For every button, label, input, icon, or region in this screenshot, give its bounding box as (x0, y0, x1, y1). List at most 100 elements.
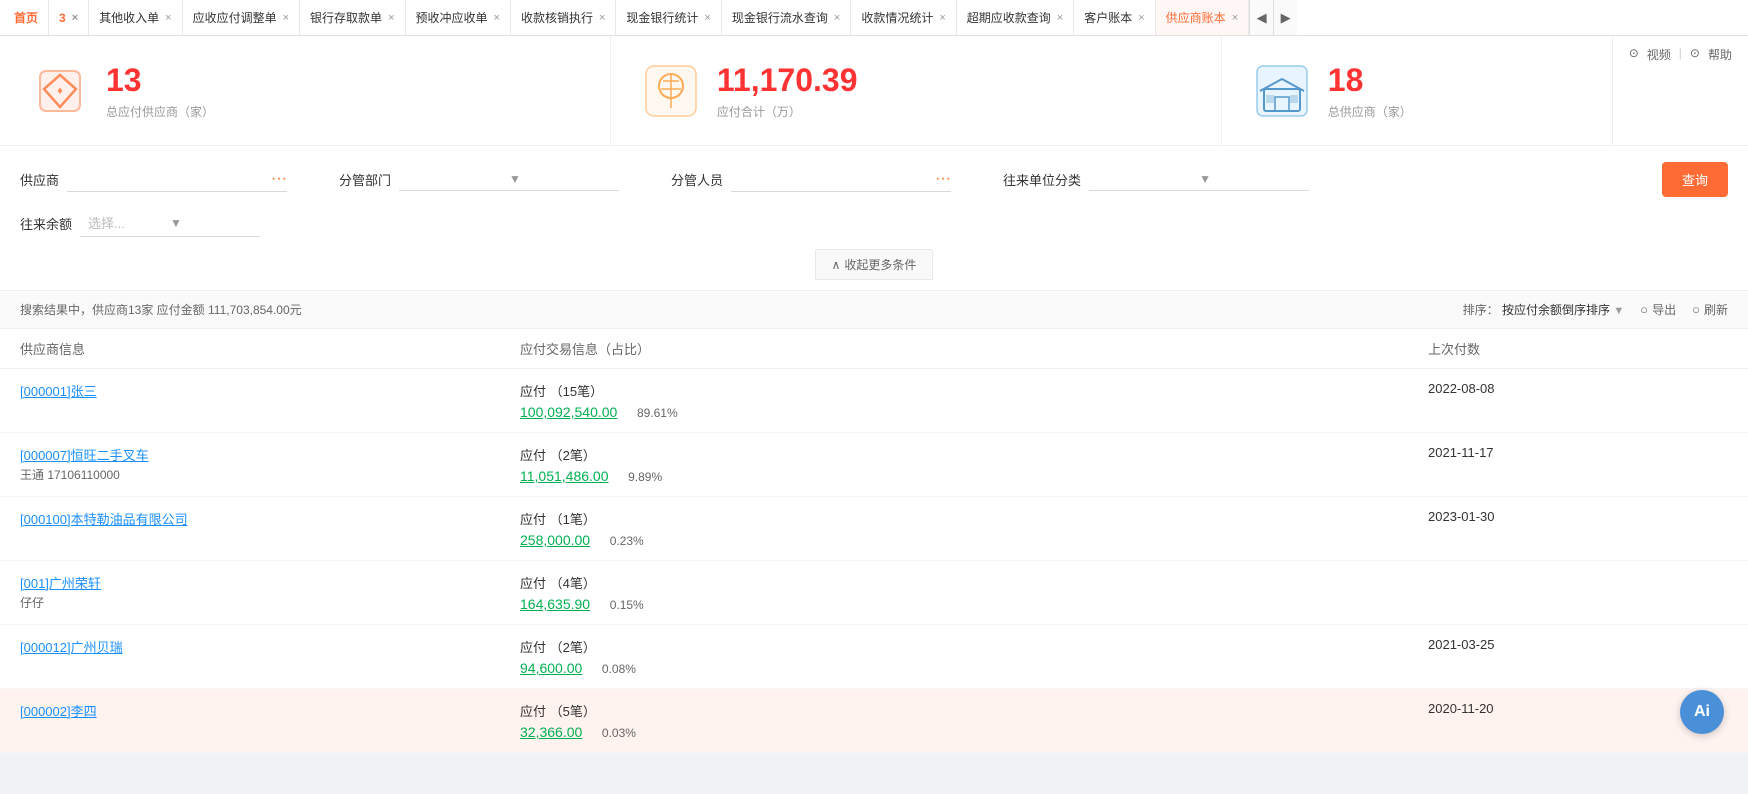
filter-category: 往来单位分类 ▼ (1003, 168, 1309, 191)
stat-info-payable: 13 总应付供应商（家） (106, 61, 214, 120)
transaction-percent: 0.23% (610, 534, 644, 548)
supplier-link[interactable]: [000002]李四 (20, 704, 97, 719)
ai-button[interactable]: Ai (1680, 690, 1724, 734)
supplier-link[interactable]: [001]广州荣轩 (20, 576, 101, 591)
col-header-transaction: 应付交易信息（占比） (520, 339, 1428, 358)
transaction-percent: 89.61% (637, 406, 678, 420)
nav-arrow-right[interactable]: ▶ (1273, 0, 1297, 36)
last-payment-cell: 2021-11-17 (1428, 445, 1728, 460)
stat-card-total-suppliers: 18 总供应商（家） (1222, 36, 1613, 145)
help-icon: ⊙ (1690, 46, 1700, 60)
filter-dept: 分管部门 ▼ (339, 168, 619, 191)
help-link[interactable]: 帮助 (1708, 46, 1732, 63)
close-icon[interactable]: × (283, 12, 289, 24)
table-row: [001]广州荣轩 仔仔 应付 （4笔） 164,635.90 0.15% (0, 561, 1748, 625)
transaction-info-cell: 应付 （4笔） 164,635.90 0.15% (520, 573, 1428, 612)
filter-balance: 往来余额 选择... ▼ (20, 209, 260, 237)
supplier-sub-info: 仔仔 (20, 594, 520, 611)
nav-tab-adjustment[interactable]: 应收应付调整单 × (183, 0, 300, 36)
divider: | (1679, 46, 1682, 60)
sort-value[interactable]: 按应付余额倒序排序 (1502, 303, 1610, 317)
nav-tab-cash-bank-stats[interactable]: 现金银行统计 × (616, 0, 721, 36)
close-icon[interactable]: × (1232, 12, 1238, 24)
transaction-amount[interactable]: 94,600.00 (520, 660, 582, 676)
last-payment-cell: 2023-01-30 (1428, 509, 1728, 524)
stat-number-total: 11,170.39 (717, 61, 858, 99)
transaction-amount[interactable]: 100,092,540.00 (520, 404, 617, 420)
supplier-info-cell: [000001]张三 (20, 381, 520, 400)
supplier-dots-button[interactable]: ··· (271, 170, 287, 188)
close-icon[interactable]: × (72, 12, 78, 24)
sort-chevron-icon: ▼ (1613, 305, 1624, 317)
search-button[interactable]: 查询 (1662, 162, 1728, 197)
transaction-info-cell: 应付 （2笔） 11,051,486.00 9.89% (520, 445, 1428, 484)
supplier-filter-label: 供应商 (20, 170, 59, 189)
collapse-button[interactable]: ∧ 收起更多条件 (815, 249, 934, 280)
refresh-button[interactable]: ○ 刷新 (1692, 301, 1728, 318)
nav-tab-overdue-query[interactable]: 超期应收款查询 × (957, 0, 1074, 36)
transaction-info-cell: 应付 （15笔） 100,092,540.00 89.61% (520, 381, 1428, 420)
close-icon[interactable]: × (388, 12, 394, 24)
nav-tab-other-income[interactable]: 其他收入单 × (89, 0, 182, 36)
wheat-icon (641, 61, 701, 121)
supplier-info-cell: [000012]广州贝瑞 (20, 637, 520, 656)
nav-tab-home[interactable]: 首页 (4, 0, 49, 36)
nav-tab-prepayment[interactable]: 预收冲应收单 × (406, 0, 511, 36)
close-icon[interactable]: × (1057, 12, 1063, 24)
category-filter-label: 往来单位分类 (1003, 170, 1081, 189)
export-button[interactable]: ○ 导出 (1640, 301, 1676, 318)
nav-tab-collection-stats[interactable]: 收款情况统计 × (851, 0, 956, 36)
filter-supplier: 供应商 ··· (20, 168, 287, 192)
filter-person: 分管人员 ··· (671, 168, 951, 192)
close-icon[interactable]: × (939, 12, 945, 24)
supplier-info-cell: [001]广州荣轩 仔仔 (20, 573, 520, 611)
supplier-link[interactable]: [000007]恒旺二手叉车 (20, 448, 149, 463)
video-link[interactable]: 视频 (1647, 46, 1671, 63)
category-select[interactable]: ▼ (1089, 168, 1309, 191)
data-table: 供应商信息 应付交易信息（占比） 上次付数 [000001]张三 应付 （15笔… (0, 329, 1748, 753)
nav-tab-bank-deposit[interactable]: 银行存取款单 × (300, 0, 405, 36)
supplier-input[interactable] (67, 168, 271, 191)
person-input[interactable] (731, 168, 935, 191)
nav-tab-customer-ledger[interactable]: 客户账本 × (1074, 0, 1155, 36)
balance-placeholder: 选择... (88, 213, 170, 232)
balance-chevron-icon: ▼ (170, 216, 252, 230)
transaction-amount[interactable]: 32,366.00 (520, 724, 582, 740)
stat-label-payable: 总应付供应商（家） (106, 103, 214, 120)
transaction-amount[interactable]: 11,051,486.00 (520, 468, 609, 484)
person-dots-button[interactable]: ··· (935, 170, 951, 188)
supplier-link[interactable]: [000001]张三 (20, 384, 97, 399)
close-icon[interactable]: × (1138, 12, 1144, 24)
nav-arrow-left[interactable]: ◀ (1249, 0, 1273, 36)
transaction-amount[interactable]: 164,635.90 (520, 596, 590, 612)
close-icon[interactable]: × (165, 12, 171, 24)
stat-number-payable: 13 (106, 61, 214, 99)
export-icon: ○ (1640, 302, 1648, 317)
close-icon[interactable]: × (834, 12, 840, 24)
table-row: [000007]恒旺二手叉车 王通 17106110000 应付 （2笔） 11… (0, 433, 1748, 497)
nav-tab-number[interactable]: 3 × (49, 0, 89, 36)
transaction-percent: 9.89% (628, 470, 662, 484)
close-icon[interactable]: × (494, 12, 500, 24)
supplier-link[interactable]: [000012]广州贝瑞 (20, 640, 123, 655)
close-icon[interactable]: × (599, 12, 605, 24)
balance-select[interactable]: 选择... ▼ (80, 209, 260, 237)
nav-tab-collection[interactable]: 收款核销执行 × (511, 0, 616, 36)
col-header-last-payment: 上次付数 (1428, 339, 1728, 358)
table-row: [000100]本特勒油品有限公司 应付 （1笔） 258,000.00 0.2… (0, 497, 1748, 561)
dept-select[interactable]: ▼ (399, 168, 619, 191)
result-text: 搜索结果中，供应商13家 应付金额 111,703,854.00元 (20, 301, 302, 318)
filter-row-2: 往来余额 选择... ▼ (20, 209, 1728, 237)
svg-text:♦: ♦ (57, 85, 63, 97)
stat-info-suppliers: 18 总供应商（家） (1328, 61, 1412, 120)
transaction-amount[interactable]: 258,000.00 (520, 532, 590, 548)
stat-card-payable-total: 11,170.39 应付合计（万） (611, 36, 1222, 145)
supplier-link[interactable]: [000100]本特勒油品有限公司 (20, 512, 188, 527)
stat-label-suppliers: 总供应商（家） (1328, 103, 1412, 120)
nav-tab-cash-bank-flow[interactable]: 现金银行流水查询 × (722, 0, 851, 36)
transaction-percent: 0.08% (602, 662, 636, 676)
stat-info-total: 11,170.39 应付合计（万） (717, 61, 858, 120)
close-icon[interactable]: × (704, 12, 710, 24)
nav-tab-supplier-ledger[interactable]: 供应商账本 × (1156, 0, 1249, 36)
transaction-percent: 0.03% (602, 726, 636, 740)
